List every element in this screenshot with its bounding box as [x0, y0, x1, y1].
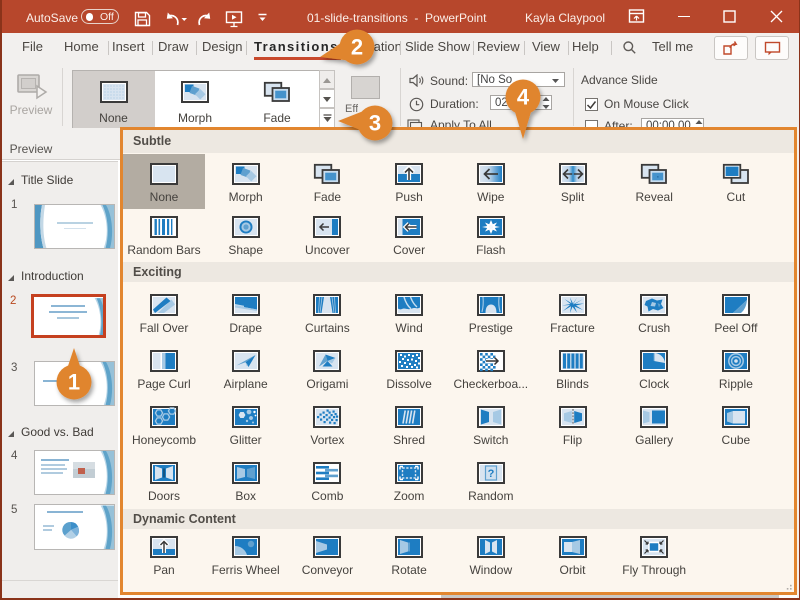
- svg-text:1: 1: [68, 370, 80, 395]
- svg-text:4: 4: [517, 85, 530, 110]
- svg-text:?: ?: [487, 468, 494, 480]
- svg-text:2: 2: [351, 35, 363, 60]
- svg-text:3: 3: [369, 111, 381, 136]
